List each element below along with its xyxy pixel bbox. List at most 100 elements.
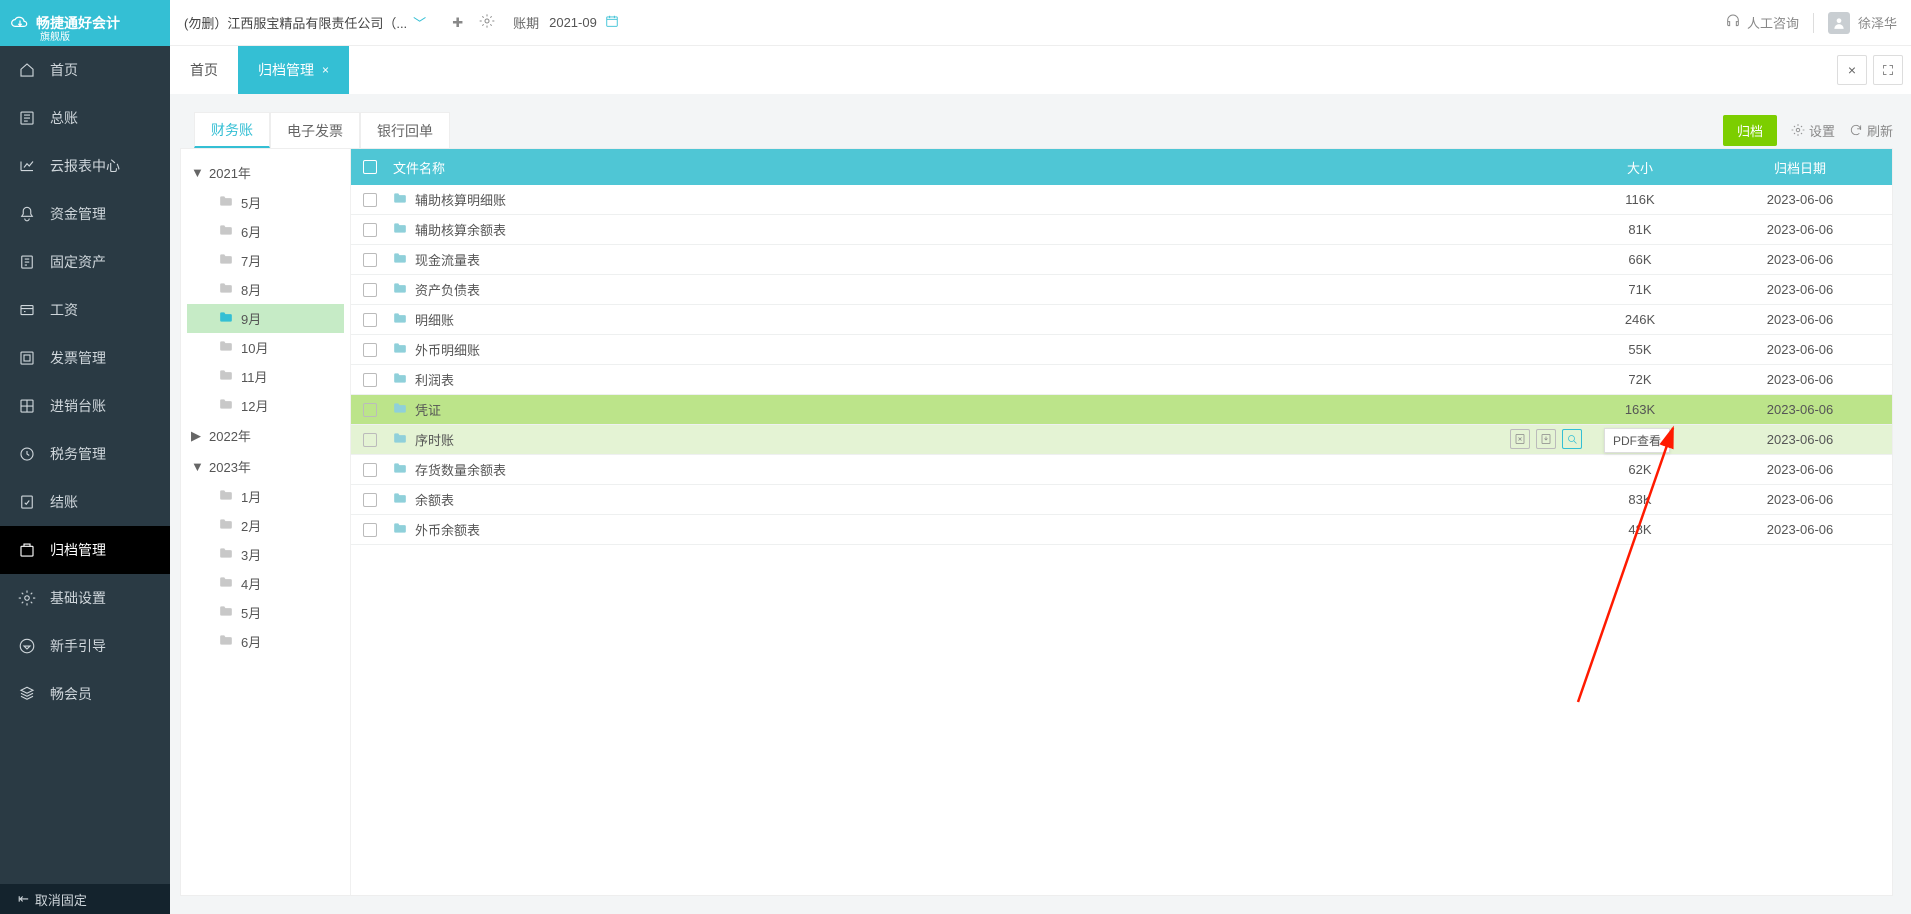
folder-icon xyxy=(393,432,407,447)
nav-4[interactable]: 固定资产 xyxy=(0,238,170,286)
nav-1[interactable]: 总账 xyxy=(0,94,170,142)
folder-icon xyxy=(219,253,233,268)
subtab-bankreceipt[interactable]: 银行回单 xyxy=(360,112,450,148)
file-size: 72K xyxy=(1560,372,1720,387)
headset-icon xyxy=(1725,13,1741,32)
file-name: 辅助核算余额表 xyxy=(415,220,506,239)
row-checkbox[interactable] xyxy=(363,193,377,207)
table-row[interactable]: 存货数量余额表62K2023-06-06 xyxy=(351,455,1892,485)
file-date: 2023-06-06 xyxy=(1720,372,1880,387)
export-pdf-icon[interactable] xyxy=(1536,429,1556,449)
row-checkbox[interactable] xyxy=(363,523,377,537)
table-row[interactable]: 凭证163K2023-06-06 xyxy=(351,395,1892,425)
nav-icon xyxy=(18,445,36,463)
tree-year-2021[interactable]: ▼2021年 xyxy=(187,157,344,188)
table-row[interactable]: 现金流量表66K2023-06-06 xyxy=(351,245,1892,275)
file-name: 余额表 xyxy=(415,490,454,509)
tree-year-2023[interactable]: ▼2023年 xyxy=(187,451,344,482)
subtab-einvoice[interactable]: 电子发票 xyxy=(270,112,360,148)
refresh-link[interactable]: 刷新 xyxy=(1849,121,1893,140)
tree-month[interactable]: 2月 xyxy=(187,511,344,540)
file-name: 序时账 xyxy=(415,430,454,449)
row-checkbox[interactable] xyxy=(363,313,377,327)
close-icon[interactable]: × xyxy=(322,63,329,77)
table-row[interactable]: 明细账246K2023-06-06 xyxy=(351,305,1892,335)
tree-month[interactable]: 4月 xyxy=(187,569,344,598)
row-checkbox[interactable] xyxy=(363,433,377,447)
archive-button[interactable]: 归档 xyxy=(1723,115,1777,146)
row-checkbox[interactable] xyxy=(363,403,377,417)
tree-year-2022[interactable]: ▶2022年 xyxy=(187,420,344,451)
tree-month[interactable]: 5月 xyxy=(187,188,344,217)
user-name[interactable]: 徐泽华 xyxy=(1858,13,1897,32)
folder-icon xyxy=(219,398,233,413)
nav-11[interactable]: 基础设置 xyxy=(0,574,170,622)
file-size: 116K xyxy=(1560,192,1720,207)
nav-3[interactable]: 资金管理 xyxy=(0,190,170,238)
table-row[interactable]: 余额表83K2023-06-06 xyxy=(351,485,1892,515)
file-size: 66K xyxy=(1560,252,1720,267)
pdf-view-icon[interactable] xyxy=(1562,429,1582,449)
table-row[interactable]: 利润表72K2023-06-06 xyxy=(351,365,1892,395)
close-all-button[interactable]: × xyxy=(1837,55,1867,85)
table-row[interactable]: 辅助核算明细账116K2023-06-06 xyxy=(351,185,1892,215)
settings-link[interactable]: 设置 xyxy=(1791,121,1835,140)
tree-month[interactable]: 12月 xyxy=(187,391,344,420)
nav-7[interactable]: 进销台账 xyxy=(0,382,170,430)
export-excel-icon[interactable] xyxy=(1510,429,1530,449)
year-tree: ▼2021年 5月6月7月8月9月10月11月12月 ▶2022年 ▼2023年… xyxy=(181,149,351,895)
sidebar-unpin[interactable]: ⇤ 取消固定 xyxy=(0,884,170,914)
tree-month[interactable]: 7月 xyxy=(187,246,344,275)
plus-icon[interactable]: ✚ xyxy=(452,15,463,31)
tab-archive[interactable]: 归档管理 × xyxy=(238,46,349,94)
gear-icon[interactable] xyxy=(479,13,495,32)
panel-body: ▼2021年 5月6月7月8月9月10月11月12月 ▶2022年 ▼2023年… xyxy=(180,148,1893,896)
consult-link[interactable]: 人工咨询 xyxy=(1747,13,1799,32)
table-row[interactable]: 资产负债表71K2023-06-06 xyxy=(351,275,1892,305)
folder-icon xyxy=(219,489,233,504)
tree-month[interactable]: 8月 xyxy=(187,275,344,304)
calendar-icon[interactable] xyxy=(605,14,619,31)
nav-12[interactable]: 新手引导 xyxy=(0,622,170,670)
tree-month[interactable]: 6月 xyxy=(187,627,344,656)
table-row[interactable]: 序时账13K2023-06-06PDF查看 xyxy=(351,425,1892,455)
table-row[interactable]: 外币明细账55K2023-06-06 xyxy=(351,335,1892,365)
nav-6[interactable]: 发票管理 xyxy=(0,334,170,382)
folder-icon xyxy=(393,372,407,387)
nav-8[interactable]: 税务管理 xyxy=(0,430,170,478)
tree-month[interactable]: 6月 xyxy=(187,217,344,246)
tab-home[interactable]: 首页 xyxy=(170,46,238,94)
row-checkbox[interactable] xyxy=(363,223,377,237)
folder-icon xyxy=(393,402,407,417)
table-row[interactable]: 外币余额表48K2023-06-06 xyxy=(351,515,1892,545)
row-checkbox[interactable] xyxy=(363,343,377,357)
nav-13[interactable]: 畅会员 xyxy=(0,670,170,718)
period-value[interactable]: 2021-09 xyxy=(549,15,597,30)
subtab-finance[interactable]: 财务账 xyxy=(194,112,270,148)
tree-month[interactable]: 9月 xyxy=(187,304,344,333)
row-checkbox[interactable] xyxy=(363,463,377,477)
tree-month[interactable]: 1月 xyxy=(187,482,344,511)
nav-icon xyxy=(18,61,36,79)
fullscreen-button[interactable] xyxy=(1873,55,1903,85)
file-name: 明细账 xyxy=(415,310,454,329)
table-row[interactable]: 辅助核算余额表81K2023-06-06 xyxy=(351,215,1892,245)
nav-2[interactable]: 云报表中心 xyxy=(0,142,170,190)
row-checkbox[interactable] xyxy=(363,373,377,387)
file-date: 2023-06-06 xyxy=(1720,222,1880,237)
tree-month[interactable]: 3月 xyxy=(187,540,344,569)
row-checkbox[interactable] xyxy=(363,253,377,267)
tree-month[interactable]: 10月 xyxy=(187,333,344,362)
tree-month[interactable]: 5月 xyxy=(187,598,344,627)
nav-10[interactable]: 归档管理 xyxy=(0,526,170,574)
file-size: 246K xyxy=(1560,312,1720,327)
nav-5[interactable]: 工资 xyxy=(0,286,170,334)
nav-0[interactable]: 首页 xyxy=(0,46,170,94)
folder-icon xyxy=(219,634,233,649)
row-checkbox[interactable] xyxy=(363,493,377,507)
tree-month[interactable]: 11月 xyxy=(187,362,344,391)
select-all-checkbox[interactable] xyxy=(363,160,377,174)
row-checkbox[interactable] xyxy=(363,283,377,297)
nav-9[interactable]: 结账 xyxy=(0,478,170,526)
company-selector[interactable]: (勿删）江西服宝精品有限责任公司（... ﹀ xyxy=(184,13,426,32)
